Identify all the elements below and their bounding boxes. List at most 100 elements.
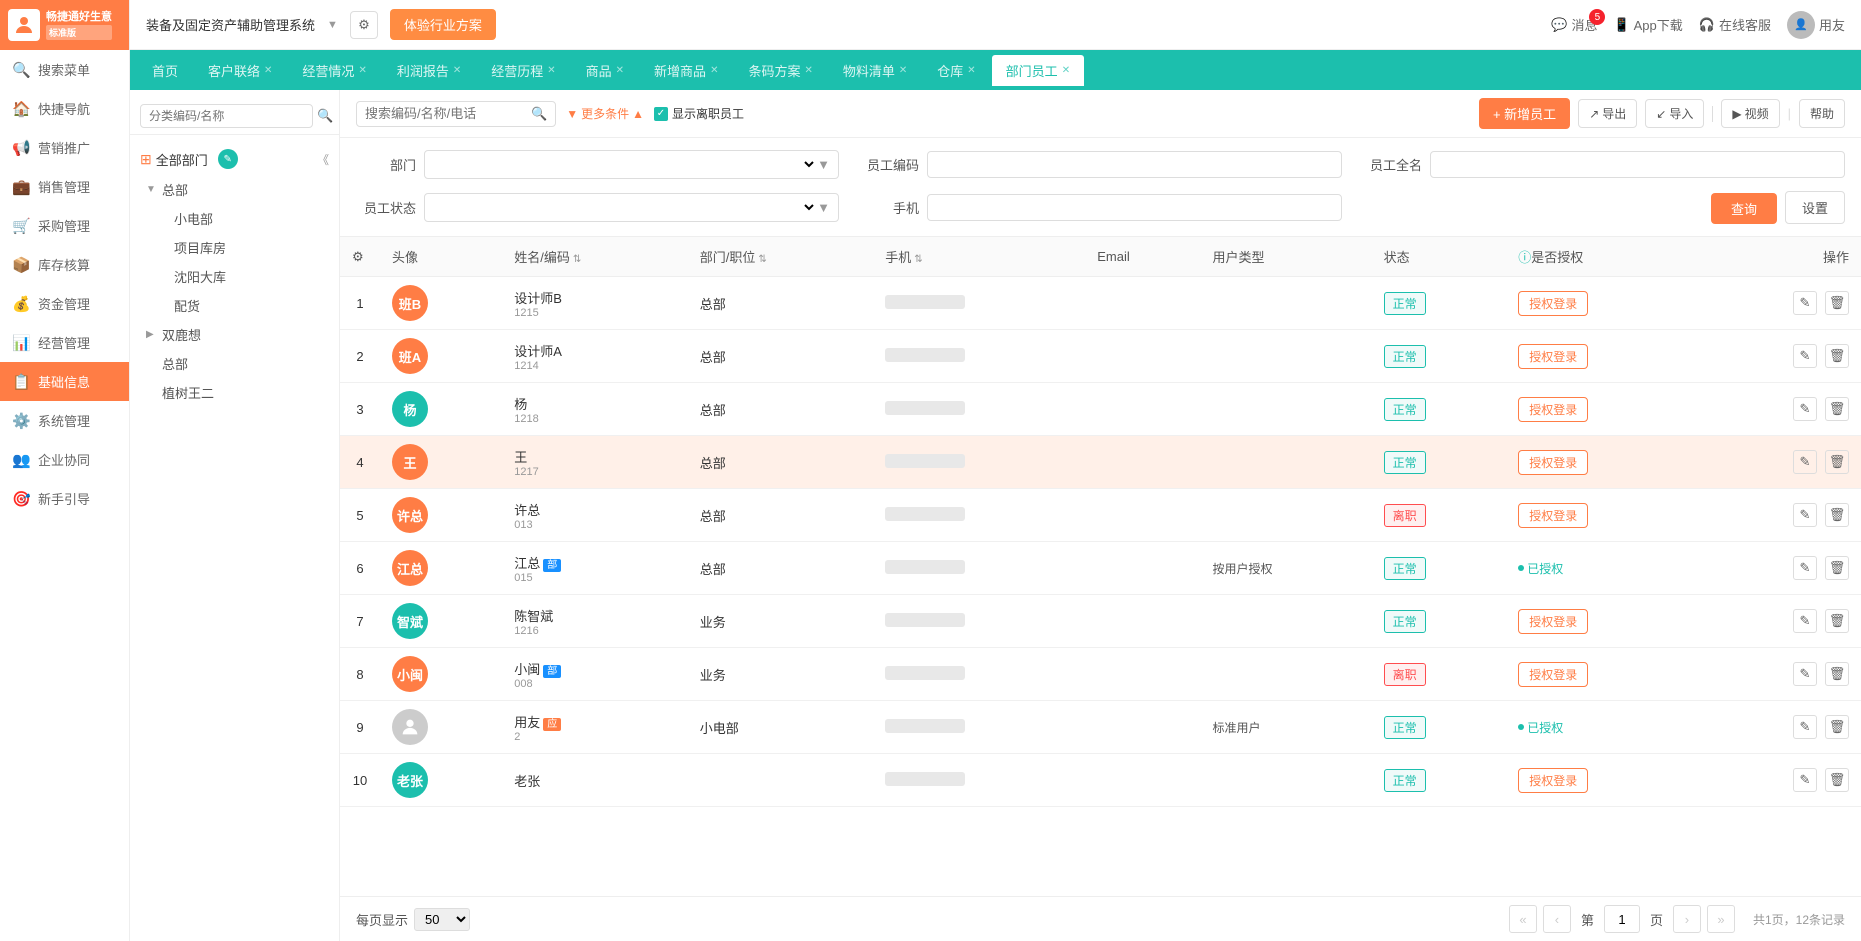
per-page-select[interactable]: 50 20 100 [414, 908, 470, 931]
edit-button[interactable]: ✎ [1793, 715, 1817, 739]
sidebar-item-sales[interactable]: 💼销售管理 [0, 167, 129, 206]
tab-profit[interactable]: 利润报告✕ [383, 55, 475, 86]
delete-button[interactable]: 🗑 [1825, 556, 1849, 580]
sidebar-item-basicinfo[interactable]: 📋基础信息 [0, 362, 129, 401]
auth-login-button[interactable]: 授权登录 [1518, 291, 1588, 316]
col-settings[interactable]: ⚙ [340, 237, 380, 277]
collapse-icon[interactable]: 《 [317, 151, 329, 168]
close-icon[interactable]: ✕ [967, 65, 975, 76]
sidebar-item-quicknav[interactable]: 🏠快捷导航 [0, 89, 129, 128]
tab-bizhistory[interactable]: 经营历程✕ [477, 55, 569, 86]
dept-all-btn[interactable]: ⊞ 全部部门 ✎ 《 [130, 143, 339, 175]
app-download-btn[interactable]: 📱 App下载 [1613, 15, 1682, 34]
prev-page-btn[interactable]: ‹ [1543, 905, 1571, 933]
tab-warehouse[interactable]: 仓库✕ [923, 55, 989, 86]
search-input-wrap[interactable]: 🔍 [356, 101, 556, 127]
status-select[interactable] [433, 199, 817, 216]
tab-customer[interactable]: 客户联络✕ [194, 55, 286, 86]
close-icon[interactable]: ✕ [547, 65, 555, 76]
message-btn[interactable]: 💬 消息 5 [1551, 15, 1597, 34]
close-icon[interactable]: ✕ [710, 65, 718, 76]
delete-button[interactable]: 🗑 [1825, 503, 1849, 527]
auth-login-button[interactable]: 授权登录 [1518, 768, 1588, 793]
close-icon[interactable]: ✕ [358, 65, 366, 76]
delete-button[interactable]: 🗑 [1825, 344, 1849, 368]
more-condition-btn[interactable]: ▼ 更多条件 ▲ [566, 105, 644, 122]
tab-barcode[interactable]: 条码方案✕ [734, 55, 826, 86]
edit-button[interactable]: ✎ [1793, 344, 1817, 368]
tab-operation[interactable]: 经营情况✕ [288, 55, 380, 86]
dept-node-zongbu[interactable]: ▼ 总部 [130, 175, 339, 204]
close-icon[interactable]: ✕ [899, 65, 907, 76]
export-button[interactable]: ↗ 导出 [1578, 99, 1637, 128]
first-page-btn[interactable]: « [1509, 905, 1537, 933]
dept-search-input[interactable] [140, 104, 313, 128]
edit-button[interactable]: ✎ [1793, 503, 1817, 527]
close-icon[interactable]: ✕ [264, 65, 272, 76]
close-icon[interactable]: ✕ [453, 65, 461, 76]
auth-login-button[interactable]: 授权登录 [1518, 450, 1588, 475]
last-page-btn[interactable]: » [1707, 905, 1735, 933]
sidebar-item-system[interactable]: ⚙️系统管理 [0, 401, 129, 440]
user-avatar-btn[interactable]: 👤 用友 [1787, 11, 1845, 39]
auth-login-button[interactable]: 授权登录 [1518, 397, 1588, 422]
auth-login-button[interactable]: 授权登录 [1518, 662, 1588, 687]
dept-node-zhishu[interactable]: 植树王二 [130, 378, 339, 407]
edit-button[interactable]: ✎ [1793, 609, 1817, 633]
edit-button[interactable]: ✎ [1793, 397, 1817, 421]
tab-goods[interactable]: 商品✕ [572, 55, 638, 86]
online-service-btn[interactable]: 🎧 在线客服 [1699, 15, 1771, 34]
delete-button[interactable]: 🗑 [1825, 662, 1849, 686]
dept-node-zongbu2[interactable]: 总部 [130, 349, 339, 378]
delete-button[interactable]: 🗑 [1825, 768, 1849, 792]
sidebar-item-marketing[interactable]: 📢营销推广 [0, 128, 129, 167]
filter-dept-select[interactable]: ▼ [424, 150, 839, 179]
close-icon[interactable]: ✕ [616, 65, 624, 76]
emp-code-input[interactable] [927, 151, 1342, 178]
col-dept[interactable]: 部门/职位⇅ [688, 237, 874, 277]
dept-node-peihe[interactable]: 配货 [130, 291, 339, 320]
auth-login-button[interactable]: 授权登录 [1518, 609, 1588, 634]
edit-button[interactable]: ✎ [1793, 450, 1817, 474]
trial-btn[interactable]: 体验行业方案 [390, 9, 496, 40]
sidebar-item-purchase[interactable]: 🛒采购管理 [0, 206, 129, 245]
edit-button[interactable]: ✎ [1793, 662, 1817, 686]
dept-search-icon[interactable]: 🔍 [317, 108, 333, 124]
dept-node-shenyang[interactable]: 沈阳大库 [130, 262, 339, 291]
search-input[interactable] [365, 106, 525, 121]
sidebar-item-search[interactable]: 🔍搜索菜单 [0, 50, 129, 89]
view-button[interactable]: ▶ 视频 [1721, 99, 1779, 128]
phone-input[interactable] [927, 194, 1342, 221]
reset-button[interactable]: 设置 [1785, 191, 1845, 224]
col-name[interactable]: 姓名/编码⇅ [502, 237, 688, 277]
dept-select[interactable] [433, 156, 817, 173]
sidebar-item-operation[interactable]: 📊经营管理 [0, 323, 129, 362]
help-button[interactable]: 帮助 [1799, 99, 1845, 128]
edit-button[interactable]: ✎ [1793, 556, 1817, 580]
tab-addgoods[interactable]: 新增商品✕ [640, 55, 732, 86]
delete-button[interactable]: 🗑 [1825, 715, 1849, 739]
close-icon-active[interactable]: ✕ [1062, 65, 1070, 76]
tab-bom[interactable]: 物料清单✕ [829, 55, 921, 86]
tab-department[interactable]: 部门员工✕ [992, 55, 1084, 86]
search-button[interactable]: 查询 [1711, 193, 1777, 224]
app-title-dropdown[interactable]: ▼ [327, 19, 338, 31]
edit-button[interactable]: ✎ [1793, 291, 1817, 315]
show-resign-toggle[interactable]: ✓ 显示离职员工 [654, 105, 744, 122]
sidebar-item-collab[interactable]: 👥企业协同 [0, 440, 129, 479]
add-employee-button[interactable]: + 新增员工 [1479, 98, 1570, 129]
auth-login-button[interactable]: 授权登录 [1518, 344, 1588, 369]
import-button[interactable]: ↙ 导入 [1645, 99, 1704, 128]
delete-button[interactable]: 🗑 [1825, 450, 1849, 474]
sidebar-item-inventory[interactable]: 📦库存核算 [0, 245, 129, 284]
delete-button[interactable]: 🗑 [1825, 609, 1849, 633]
close-icon[interactable]: ✕ [804, 65, 812, 76]
tab-home[interactable]: 首页 [138, 55, 192, 86]
delete-button[interactable]: 🗑 [1825, 397, 1849, 421]
next-page-btn[interactable]: › [1673, 905, 1701, 933]
auth-login-button[interactable]: 授权登录 [1518, 503, 1588, 528]
dept-edit-icon[interactable]: ✎ [218, 149, 238, 169]
dept-node-xiaodian[interactable]: 小电部 [130, 204, 339, 233]
col-phone[interactable]: 手机⇅ [873, 237, 1085, 277]
sidebar-item-newguide[interactable]: 🎯新手引导 [0, 479, 129, 518]
